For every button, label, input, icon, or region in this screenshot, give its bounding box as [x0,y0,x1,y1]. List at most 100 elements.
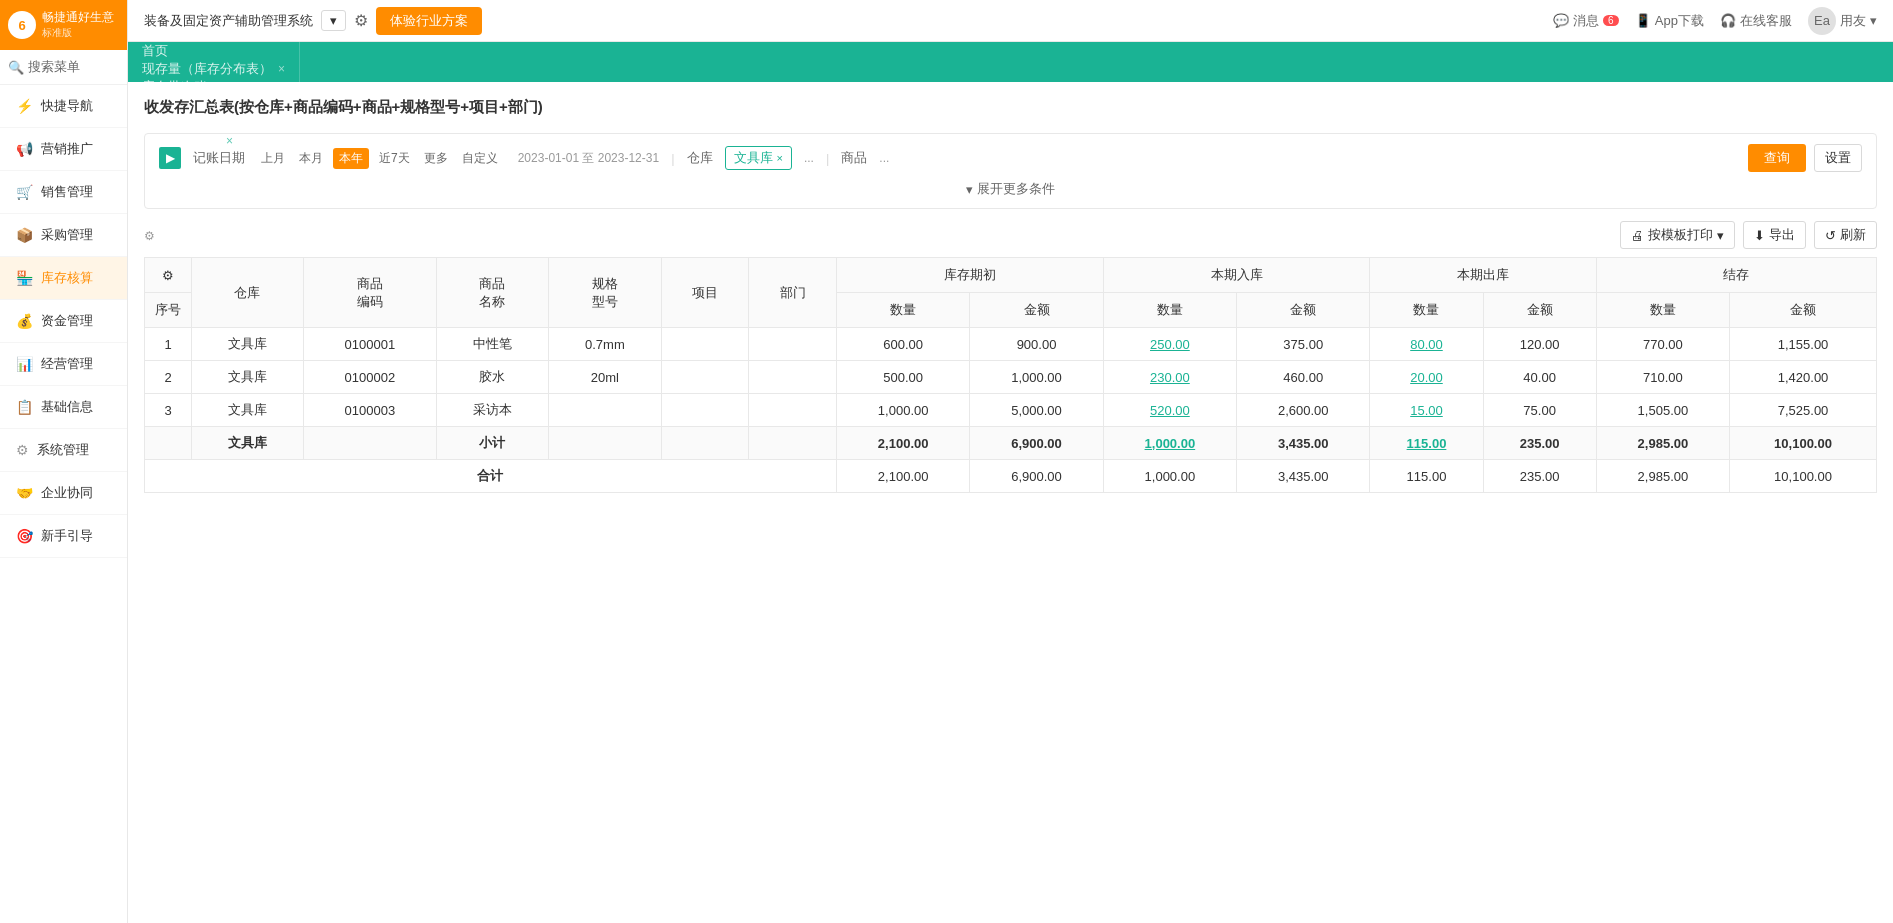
filter-toggle-btn[interactable]: ▶ [159,147,181,169]
cell-in-amt: 375.00 [1237,328,1370,361]
in-qty-link[interactable]: 1,000.00 [1145,436,1196,451]
cell-in-qty[interactable]: 250.00 [1103,328,1236,361]
out-qty-link[interactable]: 20.00 [1410,370,1443,385]
cell-goods-name: 中性笔 [437,328,549,361]
print-btn[interactable]: 🖨 按模板打印 ▾ [1620,221,1735,249]
in-qty-link[interactable]: 520.00 [1150,403,1190,418]
th-dept: 部门 [749,258,837,328]
settings-btn[interactable]: 设置 [1814,144,1862,172]
cell-settings: 1 [145,328,192,361]
table-row: 1 文具库 0100001 中性笔 0.7mm 600.00 900.00 25… [145,328,1877,361]
cell-project [661,394,749,427]
cell-out-qty[interactable]: 80.00 [1370,328,1483,361]
date-last-month[interactable]: 上月 [257,148,289,169]
warehouse-more-btn[interactable]: ... [804,151,814,165]
cell-balance-amt: 10,100.00 [1730,427,1877,460]
th-opening: 库存期初 [836,258,1103,293]
warehouse-tag: 文具库 × [725,146,792,170]
date-range: 2023-01-01 至 2023-12-31 [518,150,659,167]
app-download-btn[interactable]: 📱 App下载 [1635,12,1704,30]
export-btn[interactable]: ⬇ 导出 [1743,221,1806,249]
sidebar-item-新手引导[interactable]: 🎯新手引导 [0,515,127,558]
table-settings-icon: ⚙ [144,229,155,243]
date-more[interactable]: 更多 [420,148,452,169]
cell-in-qty[interactable]: 1,000.00 [1103,427,1236,460]
cell-goods-spec [548,394,661,427]
cell-project [661,361,749,394]
tab-close-2[interactable]: × [213,80,220,94]
tab-close-4[interactable]: × [213,116,220,130]
cell-out-qty[interactable]: 115.00 [1370,427,1483,460]
date-custom[interactable]: 自定义 [458,148,502,169]
table-row: 3 文具库 0100003 采访本 1,000.00 5,000.00 520.… [145,394,1877,427]
sidebar-item-库存核算[interactable]: 🏪库存核算 [0,257,127,300]
cell-out-qty[interactable]: 20.00 [1370,361,1483,394]
cell-project [661,427,749,460]
date-this-month[interactable]: 本月 [295,148,327,169]
system-settings-btn[interactable]: ⚙ [354,11,368,30]
sidebar-item-经营管理[interactable]: 📊经营管理 [0,343,127,386]
cell-goods-name: 采访本 [437,394,549,427]
goods-label: 商品 [841,149,867,167]
sidebar-item-销售管理[interactable]: 🛒销售管理 [0,171,127,214]
in-qty-link[interactable]: 250.00 [1150,337,1190,352]
footer-in-qty: 1,000.00 [1103,460,1236,493]
print-icon: 🖨 [1631,228,1644,243]
th-out-qty: 数量 [1370,293,1483,328]
out-qty-link[interactable]: 115.00 [1407,436,1447,451]
tab-close-3[interactable]: × [213,98,220,112]
out-qty-link[interactable]: 80.00 [1410,337,1443,352]
cell-in-amt: 3,435.00 [1237,427,1370,460]
tab-close-5[interactable]: × [226,134,233,148]
headset-icon: 🎧 [1720,13,1736,28]
sidebar-item-quick-nav[interactable]: ⚡ 快捷导航 [0,85,127,128]
refresh-btn[interactable]: ↺ 刷新 [1814,221,1877,249]
trial-btn[interactable]: 体验行业方案 [376,7,482,35]
th-goods-spec: 规格型号 [548,258,661,328]
sidebar-item-采购管理[interactable]: 📦采购管理 [0,214,127,257]
system-dropdown-btn[interactable]: ▾ [321,10,346,31]
cell-balance-amt: 7,525.00 [1730,394,1877,427]
tab-0[interactable]: 首页 [128,42,300,60]
sidebar-item-系统管理[interactable]: ⚙系统管理 [0,429,127,472]
in-qty-link[interactable]: 230.00 [1150,370,1190,385]
query-btn[interactable]: 查询 [1748,144,1806,172]
logo-icon: 6 [8,11,36,39]
header-right: 💬 消息 6 📱 App下载 🎧 在线客服 Ea 用友 ▾ [1553,7,1877,35]
th-goods-code: 商品编码 [303,258,436,328]
th-in-amt: 金额 [1237,293,1370,328]
message-icon: 💬 [1553,13,1569,28]
date-shortcuts: 上月 本月 本年 近7天 更多 自定义 [257,148,502,169]
cell-in-qty[interactable]: 230.00 [1103,361,1236,394]
date-7days[interactable]: 近7天 [375,148,414,169]
sidebar-item-企业协同[interactable]: 🤝企业协同 [0,472,127,515]
tab-1[interactable]: 现存量（库存分布表）× [128,60,300,78]
warehouse-tag-close[interactable]: × [777,152,783,164]
table-row: 文具库 小计 2,100.00 6,900.00 1,000.00 3,435.… [145,427,1877,460]
sidebar-item-营销推广[interactable]: 📢营销推广 [0,128,127,171]
online-service-btn[interactable]: 🎧 在线客服 [1720,12,1792,30]
out-qty-link[interactable]: 15.00 [1410,403,1443,418]
tab-close-1[interactable]: × [278,62,285,76]
print-dropdown-icon: ▾ [1717,228,1724,243]
cell-settings [145,427,192,460]
date-this-year[interactable]: 本年 [333,148,369,169]
cell-balance-qty: 770.00 [1596,328,1729,361]
cell-goods-spec: 0.7mm [548,328,661,361]
cell-in-amt: 460.00 [1237,361,1370,394]
cell-in-qty[interactable]: 520.00 [1103,394,1236,427]
cell-opening-qty: 500.00 [836,361,969,394]
sidebar-item-基础信息[interactable]: 📋基础信息 [0,386,127,429]
message-btn[interactable]: 💬 消息 6 [1553,12,1619,30]
cell-out-qty[interactable]: 15.00 [1370,394,1483,427]
filter-section: ▶ 记账日期 上月 本月 本年 近7天 更多 自定义 2023-01-01 至 … [144,133,1877,209]
footer-out-amt: 235.00 [1483,460,1596,493]
search-menu[interactable]: 🔍 搜索菜单 [0,50,127,85]
sidebar-logo: 6 畅捷通好生意 标准版 [0,0,127,50]
th-project: 项目 [661,258,749,328]
sidebar-item-资金管理[interactable]: 💰资金管理 [0,300,127,343]
goods-more-btn[interactable]: ... [879,151,889,165]
nav-icon: 📢 [16,141,33,157]
user-menu[interactable]: Ea 用友 ▾ [1808,7,1877,35]
expand-conditions-btn[interactable]: ▾ 展开更多条件 [966,180,1055,198]
